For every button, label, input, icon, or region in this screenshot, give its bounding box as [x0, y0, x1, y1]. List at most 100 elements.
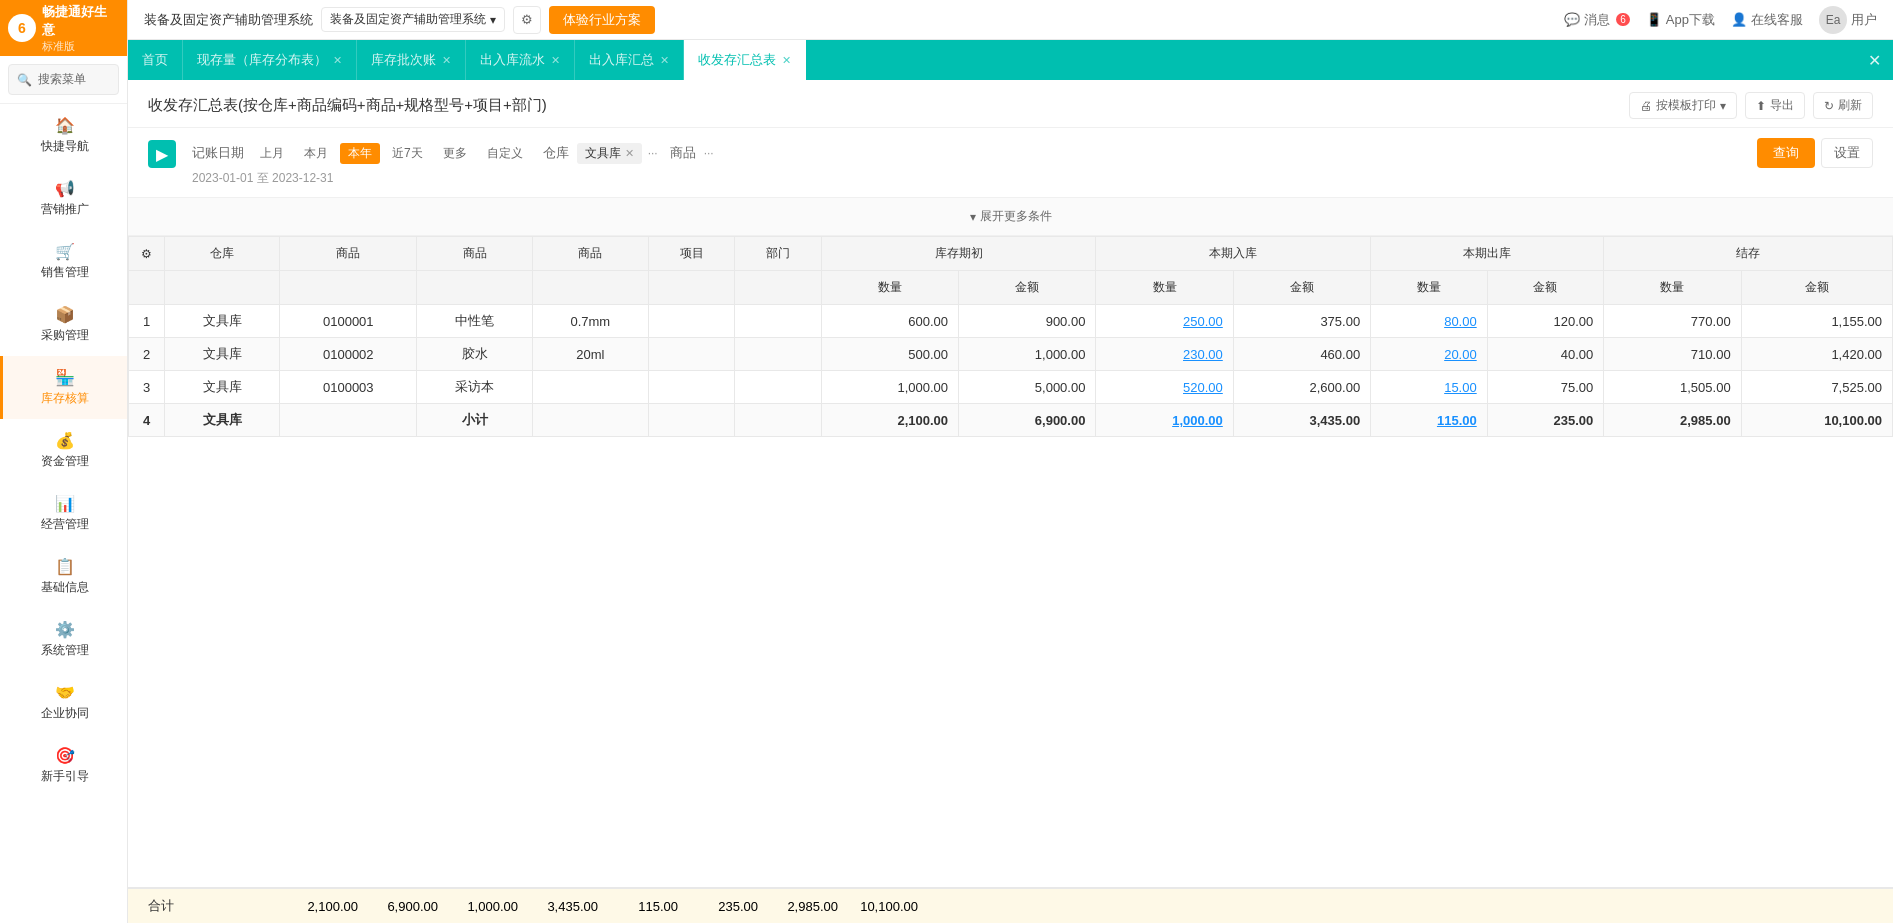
page-title: 收发存汇总表(按仓库+商品编码+商品+规格型号+项目+部门) — [148, 96, 547, 115]
tab-batch[interactable]: 库存批次账 ✕ — [357, 40, 466, 80]
cell-out-qty[interactable]: 115.00 — [1371, 404, 1488, 437]
col-subheader-out-qty: 数量 — [1371, 271, 1488, 305]
service-icon: 👤 — [1731, 12, 1747, 27]
tab-home[interactable]: 首页 — [128, 40, 183, 80]
marketing-icon: 📢 — [55, 179, 75, 198]
col-header-out: 本期出库 — [1371, 237, 1604, 271]
tab-recv-send-summary[interactable]: 收发存汇总表 ✕ — [684, 40, 806, 80]
cell-balance-amt: 1,155.00 — [1741, 305, 1892, 338]
phone-icon: 📱 — [1646, 12, 1662, 27]
refresh-button[interactable]: ↻ 刷新 — [1813, 92, 1873, 119]
gear-icon: ⚙ — [521, 12, 533, 27]
guide-icon: 🎯 — [55, 746, 75, 765]
footer-balance-qty: 2,985.00 — [768, 899, 848, 914]
message-badge: 6 — [1616, 13, 1630, 26]
cell-in-amt: 2,600.00 — [1233, 371, 1370, 404]
search-menu-button[interactable]: 🔍 搜索菜单 — [8, 64, 119, 95]
export-button[interactable]: ⬆ 导出 — [1745, 92, 1805, 119]
tab-close-in-out-flow[interactable]: ✕ — [551, 54, 560, 67]
cell-dept — [735, 338, 821, 371]
cell-out-qty[interactable]: 80.00 — [1371, 305, 1488, 338]
cell-out-qty[interactable]: 20.00 — [1371, 338, 1488, 371]
col-header-settings[interactable]: ⚙ — [129, 237, 165, 271]
top-header-left: 装备及固定资产辅助管理系统 装备及固定资产辅助管理系统 ▾ ⚙ 体验行业方案 — [144, 6, 655, 34]
expand-more-button[interactable]: ▾ 展开更多条件 — [960, 204, 1062, 229]
sidebar-item-purchase[interactable]: 📦 采购管理 — [0, 293, 127, 356]
sidebar-item-guide[interactable]: 🎯 新手引导 — [0, 734, 127, 797]
table-row: 4文具库小计2,100.006,900.001,000.003,435.0011… — [129, 404, 1893, 437]
filter-content: 记账日期 上月 本月 本年 近7天 更多 自定义 仓库 — [192, 138, 1873, 187]
col-header-project: 项目 — [649, 237, 735, 271]
col-subheader-opening-qty: 数量 — [821, 271, 958, 305]
system-name: 装备及固定资产辅助管理系统 — [144, 11, 313, 29]
tab-inventory-dist[interactable]: 现存量（库存分布表） ✕ — [183, 40, 357, 80]
sidebar-item-operations[interactable]: 📊 经营管理 — [0, 482, 127, 545]
footer-label: 合计 — [138, 897, 288, 915]
sidebar-item-marketing[interactable]: 📢 营销推广 — [0, 167, 127, 230]
sidebar-item-quick-nav[interactable]: 🏠 快捷导航 — [0, 104, 127, 167]
cell-warehouse: 文具库 — [165, 305, 280, 338]
sidebar-item-inventory[interactable]: 🏪 库存核算 — [0, 356, 127, 419]
cell-out-qty[interactable]: 15.00 — [1371, 371, 1488, 404]
footer-out-amt: 235.00 — [688, 899, 768, 914]
tab-close-inventory-dist[interactable]: ✕ — [333, 54, 342, 67]
col-header-dept: 部门 — [735, 237, 821, 271]
date-preset-7days[interactable]: 近7天 — [384, 143, 431, 164]
product-filter-more[interactable]: ··· — [704, 146, 714, 160]
cell-spec: 20ml — [532, 338, 649, 371]
date-preset-custom[interactable]: 自定义 — [479, 143, 531, 164]
date-preset-last-month[interactable]: 上月 — [252, 143, 292, 164]
settings-button[interactable]: ⚙ — [513, 6, 541, 34]
cell-in-qty[interactable]: 1,000.00 — [1096, 404, 1233, 437]
user-profile[interactable]: Ea 用户 — [1819, 6, 1877, 34]
system-dropdown[interactable]: 装备及固定资产辅助管理系统 ▾ — [321, 7, 505, 32]
tab-in-out-flow[interactable]: 出入库流水 ✕ — [466, 40, 575, 80]
sidebar-item-enterprise[interactable]: 🤝 企业协同 — [0, 671, 127, 734]
cell-in-qty[interactable]: 230.00 — [1096, 338, 1233, 371]
date-preset-this-year[interactable]: 本年 — [340, 143, 380, 164]
cell-no: 1 — [129, 305, 165, 338]
col-subheader-no — [129, 271, 165, 305]
app-logo: 6 畅捷通好生意 标准版 — [0, 0, 127, 56]
app-download-button[interactable]: 📱 App下载 — [1646, 11, 1715, 29]
warehouse-filter-more[interactable]: ··· — [648, 146, 658, 160]
cell-in-qty[interactable]: 250.00 — [1096, 305, 1233, 338]
cell-balance-qty: 2,985.00 — [1604, 404, 1741, 437]
tab-bar-close-button[interactable]: ✕ — [1868, 51, 1881, 70]
main-area: 装备及固定资产辅助管理系统 装备及固定资产辅助管理系统 ▾ ⚙ 体验行业方案 💬… — [128, 0, 1893, 923]
warehouse-tag-close[interactable]: ✕ — [625, 147, 634, 160]
chevron-down-icon: ▾ — [1720, 99, 1726, 113]
sidebar-search-area: 🔍 搜索菜单 — [0, 56, 127, 104]
sidebar-item-finance[interactable]: 💰 资金管理 — [0, 419, 127, 482]
tab-close-recv-send-summary[interactable]: ✕ — [782, 54, 791, 67]
col-header-product-code: 商品 — [280, 237, 417, 271]
tab-close-in-out-summary[interactable]: ✕ — [660, 54, 669, 67]
cell-spec: 0.7mm — [532, 305, 649, 338]
filter-toggle-button[interactable]: ▶ — [148, 140, 176, 168]
tab-in-out-summary[interactable]: 出入库汇总 ✕ — [575, 40, 684, 80]
cell-opening-amt: 1,000.00 — [959, 338, 1096, 371]
print-button[interactable]: 🖨 按模板打印 ▾ — [1629, 92, 1737, 119]
query-button[interactable]: 查询 — [1757, 138, 1815, 168]
cell-opening-qty: 2,100.00 — [821, 404, 958, 437]
settings-filter-button[interactable]: 设置 — [1821, 138, 1873, 168]
col-subheader-opening-amt: 金额 — [959, 271, 1096, 305]
online-service-button[interactable]: 👤 在线客服 — [1731, 11, 1803, 29]
warehouse-filter-group: 仓库 文具库 ✕ ··· — [543, 143, 658, 164]
tab-close-batch[interactable]: ✕ — [442, 54, 451, 67]
footer-balance-amt: 10,100.00 — [848, 899, 928, 914]
trial-button[interactable]: 体验行业方案 — [549, 6, 655, 34]
message-button[interactable]: 💬 消息 6 — [1564, 11, 1630, 29]
product-filter-label: 商品 — [670, 144, 696, 162]
col-subheader-product-name — [417, 271, 532, 305]
date-preset-more[interactable]: 更多 — [435, 143, 475, 164]
sidebar-item-sales[interactable]: 🛒 销售管理 — [0, 230, 127, 293]
date-preset-this-month[interactable]: 本月 — [296, 143, 336, 164]
warehouse-filter-label: 仓库 — [543, 144, 569, 162]
table-footer: 合计 2,100.00 6,900.00 1,000.00 3,435.00 1… — [128, 887, 1893, 923]
sidebar-item-system[interactable]: ⚙️ 系统管理 — [0, 608, 127, 671]
sidebar-item-basic[interactable]: 📋 基础信息 — [0, 545, 127, 608]
cell-in-qty[interactable]: 520.00 — [1096, 371, 1233, 404]
cell-project — [649, 305, 735, 338]
cell-balance-qty: 710.00 — [1604, 338, 1741, 371]
